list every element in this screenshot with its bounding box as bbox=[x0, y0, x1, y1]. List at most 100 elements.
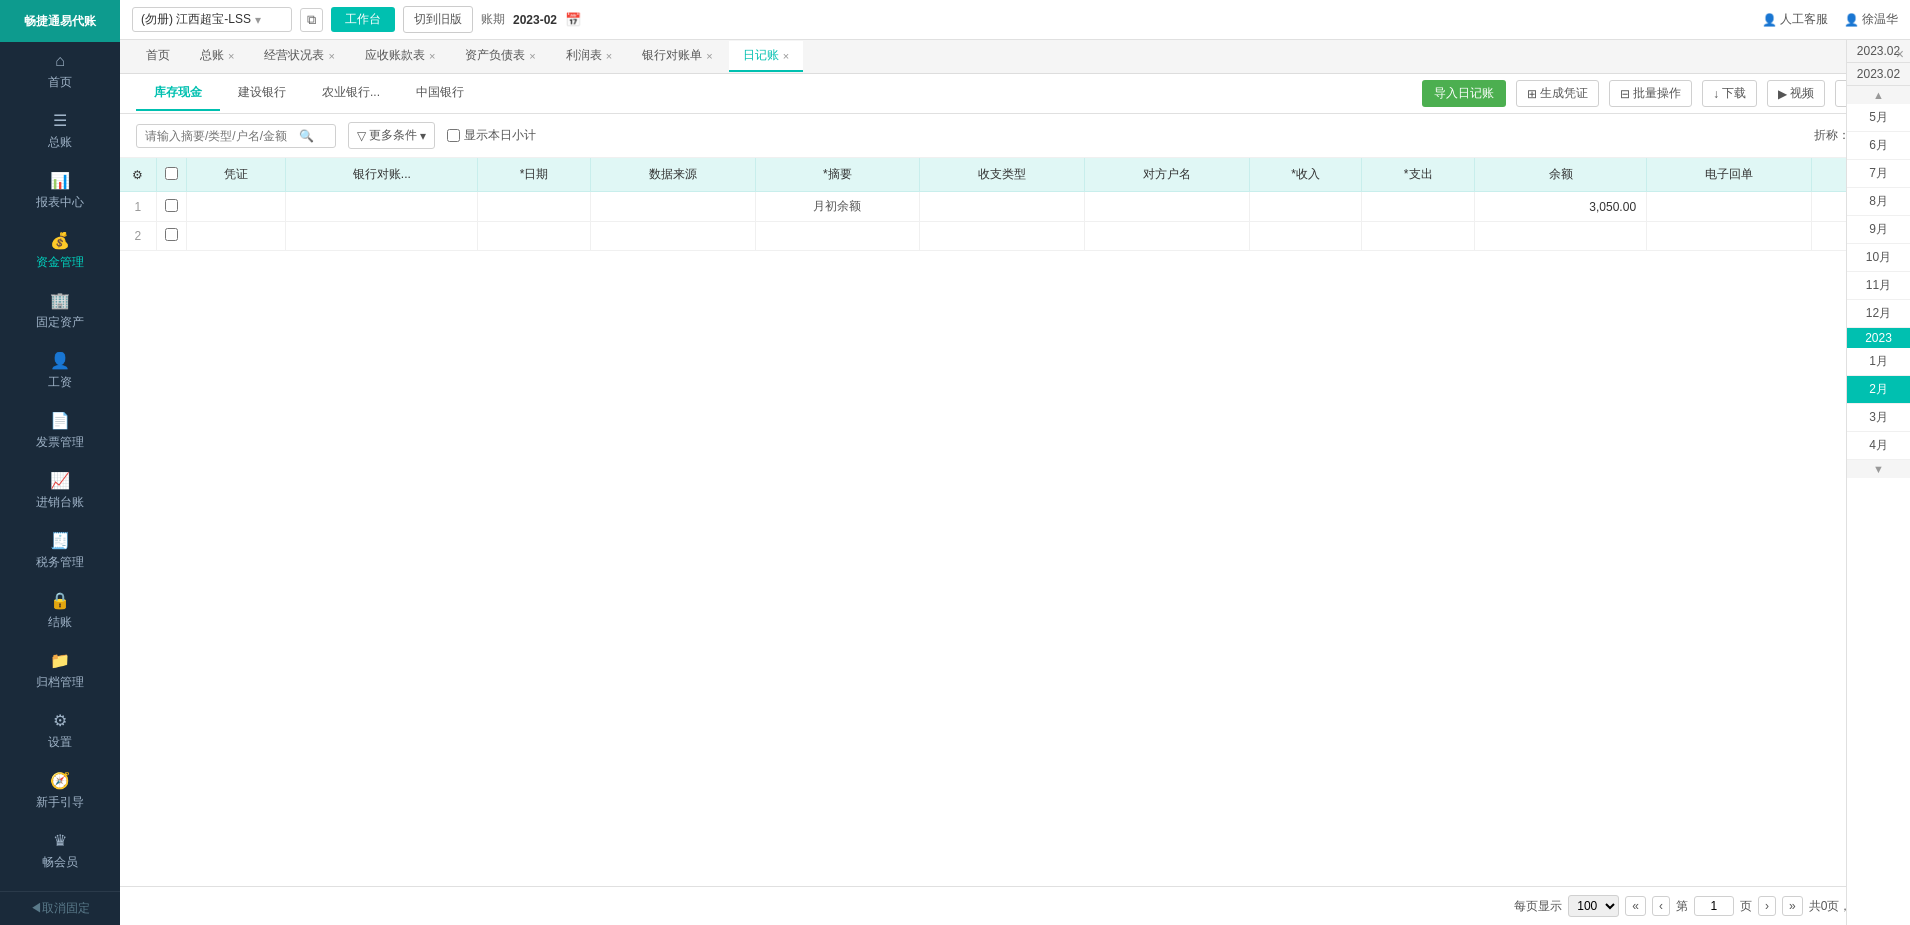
search-input[interactable] bbox=[145, 129, 295, 143]
sales-icon: 📈 bbox=[50, 471, 70, 490]
show-daily-total[interactable]: 显示本日小计 bbox=[447, 127, 536, 144]
tab-journal[interactable]: 日记账 × bbox=[729, 41, 803, 72]
search-icon[interactable]: 🔍 bbox=[299, 129, 314, 143]
date-month-4[interactable]: 4月 bbox=[1847, 432, 1910, 460]
bank-tab-cash[interactable]: 库存现金 bbox=[136, 76, 220, 111]
page-input[interactable] bbox=[1694, 896, 1734, 916]
row-counterpart bbox=[1085, 192, 1250, 222]
tab-assets[interactable]: 资产负债表 × bbox=[451, 41, 549, 72]
row-data-source bbox=[590, 192, 755, 222]
scroll-up-icon: ▲ bbox=[1873, 89, 1884, 101]
wage-icon: 👤 bbox=[50, 351, 70, 370]
row-counterpart bbox=[1085, 222, 1250, 251]
filter-bar: 🔍 ▽ 更多条件 ▾ 显示本日小计 折称： 人民币 bbox=[120, 114, 1910, 158]
close-date-panel-button[interactable]: × bbox=[1896, 46, 1904, 62]
date-month-9[interactable]: 9月 bbox=[1847, 216, 1910, 244]
row-expense bbox=[1362, 222, 1475, 251]
sidebar-item-archive[interactable]: 📁 归档管理 bbox=[0, 641, 120, 701]
tab-assets-close[interactable]: × bbox=[529, 50, 535, 62]
fund-icon: 💰 bbox=[50, 231, 70, 250]
first-page-button[interactable]: « bbox=[1625, 896, 1646, 916]
import-journal-button[interactable]: 导入日记账 bbox=[1422, 80, 1506, 107]
currency-label: 折称： bbox=[1814, 127, 1850, 144]
tab-general[interactable]: 总账 × bbox=[186, 41, 248, 72]
company-selector[interactable]: (勿册) 江西超宝-LSS ▾ bbox=[132, 7, 292, 32]
select-all-checkbox[interactable] bbox=[165, 167, 178, 180]
col-settings[interactable]: ⚙ bbox=[120, 158, 156, 192]
batch-operation-button[interactable]: ⊟ 批量操作 bbox=[1609, 80, 1692, 107]
date-month-2-active[interactable]: 2月 bbox=[1847, 376, 1910, 404]
tab-journal-close[interactable]: × bbox=[783, 50, 789, 62]
tab-status-close[interactable]: × bbox=[328, 50, 334, 62]
sidebar-item-close[interactable]: 🔒 结账 bbox=[0, 581, 120, 641]
date-month-6[interactable]: 6月 bbox=[1847, 132, 1910, 160]
row-income-type bbox=[920, 222, 1085, 251]
next-page-button[interactable]: › bbox=[1758, 896, 1776, 916]
sidebar-item-sales[interactable]: 📈 进销台账 bbox=[0, 461, 120, 521]
per-page-select[interactable]: 100 50 200 bbox=[1568, 895, 1619, 917]
tab-profit-close[interactable]: × bbox=[606, 50, 612, 62]
row-num: 1 bbox=[120, 192, 156, 222]
bank-tab-jianshe[interactable]: 建设银行 bbox=[220, 76, 304, 111]
date-month-5[interactable]: 5月 bbox=[1847, 104, 1910, 132]
date-month-8[interactable]: 8月 bbox=[1847, 188, 1910, 216]
sidebar-item-guide[interactable]: 🧭 新手引导 bbox=[0, 761, 120, 821]
scroll-up-btn[interactable]: ▲ bbox=[1847, 86, 1910, 104]
generate-voucher-button[interactable]: ⊞ 生成凭证 bbox=[1516, 80, 1599, 107]
date-month-12[interactable]: 12月 bbox=[1847, 300, 1910, 328]
scroll-down-btn[interactable]: ▼ bbox=[1847, 460, 1910, 478]
report-icon: 📊 bbox=[50, 171, 70, 190]
sidebar-item-tax[interactable]: 🧾 税务管理 bbox=[0, 521, 120, 581]
archive-icon: 📁 bbox=[50, 651, 70, 670]
customer-service[interactable]: 👤 人工客服 bbox=[1762, 11, 1828, 28]
sidebar-item-wage[interactable]: 👤 工资 bbox=[0, 341, 120, 401]
more-filter-button[interactable]: ▽ 更多条件 ▾ bbox=[348, 122, 435, 149]
sidebar-label-close: 结账 bbox=[48, 614, 72, 631]
bank-tab-zhongguo[interactable]: 中国银行 bbox=[398, 76, 482, 111]
old-version-button[interactable]: 切到旧版 bbox=[403, 6, 473, 33]
unpin-sidebar[interactable]: ◀取消固定 bbox=[0, 891, 120, 925]
sidebar-item-fund[interactable]: 💰 资金管理 bbox=[0, 221, 120, 281]
date-month-1[interactable]: 1月 bbox=[1847, 348, 1910, 376]
video-button[interactable]: ▶ 视频 bbox=[1767, 80, 1825, 107]
sidebar-item-fixed[interactable]: 🏢 固定资产 bbox=[0, 281, 120, 341]
video-icon: ▶ bbox=[1778, 87, 1787, 101]
tab-profit-label: 利润表 bbox=[566, 47, 602, 64]
date-panel: × 2023.02 2023.02 ▲ 5月 6月 7月 8月 9月 10月 1… bbox=[1846, 40, 1910, 925]
sidebar-item-invoice[interactable]: 📄 发票管理 bbox=[0, 401, 120, 461]
sidebar-label-tax: 税务管理 bbox=[36, 554, 84, 571]
calendar-icon[interactable]: 📅 bbox=[565, 12, 581, 27]
prev-page-button[interactable]: ‹ bbox=[1652, 896, 1670, 916]
sidebar-item-report[interactable]: 📊 报表中心 bbox=[0, 161, 120, 221]
chevron-filter-icon: ▾ bbox=[420, 129, 426, 143]
tab-status[interactable]: 经营状况表 × bbox=[250, 41, 348, 72]
row-select-checkbox[interactable] bbox=[165, 199, 178, 212]
tab-general-close[interactable]: × bbox=[228, 50, 234, 62]
row-select-checkbox[interactable] bbox=[165, 228, 178, 241]
row-voucher bbox=[186, 192, 286, 222]
bank-tab-nongye[interactable]: 农业银行... bbox=[304, 76, 398, 111]
copy-company-button[interactable]: ⧉ bbox=[300, 8, 323, 32]
tab-receivable[interactable]: 应收账款表 × bbox=[351, 41, 449, 72]
workspace-button[interactable]: 工作台 bbox=[331, 7, 395, 32]
date-month-11[interactable]: 11月 bbox=[1847, 272, 1910, 300]
year-2023-label: 2023 bbox=[1847, 328, 1910, 348]
search-box: 🔍 bbox=[136, 124, 336, 148]
date-month-3[interactable]: 3月 bbox=[1847, 404, 1910, 432]
tab-home[interactable]: 首页 bbox=[132, 41, 184, 72]
tab-bank-close[interactable]: × bbox=[706, 50, 712, 62]
sidebar-item-vip[interactable]: ♛ 畅会员 bbox=[0, 821, 120, 881]
daily-total-checkbox[interactable] bbox=[447, 129, 460, 142]
tab-bank[interactable]: 银行对账单 × bbox=[628, 41, 726, 72]
last-page-button[interactable]: » bbox=[1782, 896, 1803, 916]
date-month-7[interactable]: 7月 bbox=[1847, 160, 1910, 188]
user-profile[interactable]: 👤 徐温华 bbox=[1844, 11, 1898, 28]
sidebar-item-settings[interactable]: ⚙ 设置 bbox=[0, 701, 120, 761]
sidebar-item-general[interactable]: ☰ 总账 bbox=[0, 101, 120, 161]
tab-profit[interactable]: 利润表 × bbox=[552, 41, 626, 72]
sidebar-item-home[interactable]: ⌂ 首页 bbox=[0, 42, 120, 101]
download-button[interactable]: ↓ 下载 bbox=[1702, 80, 1757, 107]
tabbar: 首页 总账 × 经营状况表 × 应收账款表 × 资产负债表 × 利润表 × 银行… bbox=[120, 40, 1910, 74]
date-month-10[interactable]: 10月 bbox=[1847, 244, 1910, 272]
tab-receivable-close[interactable]: × bbox=[429, 50, 435, 62]
